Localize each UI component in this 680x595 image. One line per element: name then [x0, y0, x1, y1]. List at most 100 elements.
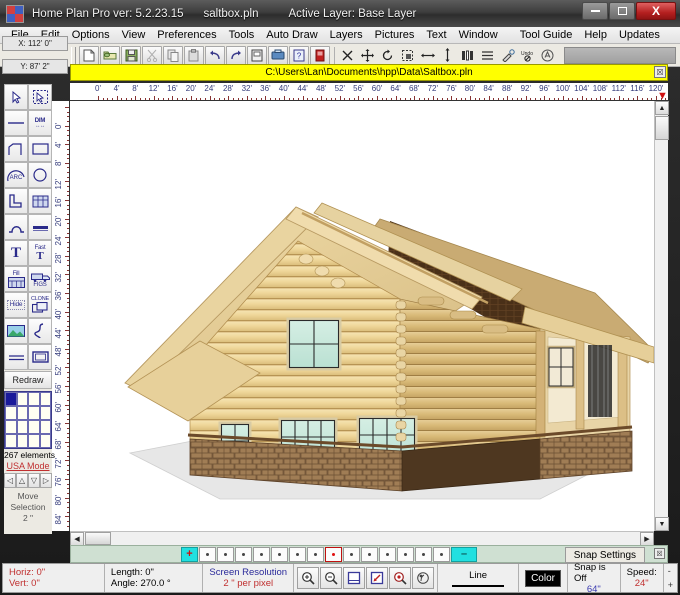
color-swatch[interactable]	[40, 392, 52, 406]
menu-item-window[interactable]: Window	[454, 28, 503, 43]
select-area-icon[interactable]	[398, 46, 417, 65]
undo-all-icon[interactable]: Undo	[518, 46, 537, 65]
color-swatch[interactable]	[40, 434, 52, 448]
menu-item-tool-guide[interactable]: Tool Guide	[515, 28, 578, 43]
hide-tool-icon[interactable]: Hide	[4, 292, 28, 318]
align-rows-icon[interactable]	[478, 46, 497, 65]
arc-tool-icon[interactable]: ARC	[4, 162, 28, 188]
print-preview-icon[interactable]	[268, 46, 288, 65]
color-swatch[interactable]	[5, 434, 17, 448]
zoom-selection-icon[interactable]	[366, 567, 388, 589]
menu-item-options[interactable]: Options	[67, 28, 115, 43]
color-swatch[interactable]	[5, 406, 17, 420]
double-line-tool-icon[interactable]	[4, 344, 28, 370]
zoom-step-button[interactable]	[271, 547, 288, 562]
color-button[interactable]: Color	[519, 564, 568, 592]
menu-item-preferences[interactable]: Preferences	[152, 28, 221, 43]
speed-status[interactable]: Speed: 24"	[621, 564, 664, 592]
text-tool-icon[interactable]: T	[4, 240, 28, 266]
vertical-scrollbar[interactable]: ▼ ▲ ▼	[654, 101, 668, 531]
pan-icon[interactable]	[412, 567, 434, 589]
color-swatch[interactable]	[28, 392, 40, 406]
zoom-step-button[interactable]	[361, 547, 378, 562]
zoom-step-button[interactable]	[199, 547, 216, 562]
zoom-in-icon[interactable]	[297, 567, 319, 589]
scroll-left-button[interactable]: ◀	[70, 532, 84, 546]
picture-tool-icon[interactable]	[4, 318, 28, 344]
print-icon[interactable]	[247, 46, 267, 65]
color-swatch[interactable]	[5, 420, 17, 434]
nudge-up-button[interactable]: △	[16, 473, 28, 488]
new-file-icon[interactable]	[79, 46, 99, 65]
color-swatch[interactable]	[17, 420, 29, 434]
pointer-multiselect-icon[interactable]	[28, 84, 52, 110]
copy-icon[interactable]	[163, 46, 183, 65]
about-icon[interactable]	[538, 46, 557, 65]
nudge-down-button[interactable]: ▽	[28, 473, 40, 488]
zoom-step-button[interactable]	[379, 547, 396, 562]
menu-item-updates[interactable]: Updates	[614, 28, 665, 43]
zoom-step-button[interactable]	[289, 547, 306, 562]
cut-scissors-icon[interactable]	[142, 46, 162, 65]
curve-tool-icon[interactable]	[28, 318, 52, 344]
zoom-step-button[interactable]	[397, 547, 414, 562]
menu-item-layers[interactable]: Layers	[325, 28, 368, 43]
color-swatch[interactable]	[28, 406, 40, 420]
fill-tool-icon[interactable]: Fill	[4, 266, 28, 292]
zoom-step-button[interactable]	[415, 547, 432, 562]
zoom-out-icon[interactable]	[320, 567, 342, 589]
minimize-button[interactable]	[582, 2, 608, 20]
figures-tool-icon[interactable]: FIGS	[28, 266, 52, 292]
fast-text-tool-icon[interactable]: FastT	[28, 240, 52, 266]
nudge-right-button[interactable]: ▷	[40, 473, 52, 488]
scroll-down-button[interactable]: ▼	[655, 517, 669, 531]
zoom-step-button[interactable]	[307, 547, 324, 562]
wall-tool-icon[interactable]	[4, 188, 28, 214]
rectangle-tool-icon[interactable]	[28, 136, 52, 162]
undo-icon[interactable]	[205, 46, 225, 65]
line-style-readout[interactable]: Line	[438, 564, 519, 592]
save-disk-icon[interactable]	[121, 46, 141, 65]
speed-decrease-button[interactable]: -	[668, 566, 673, 576]
drawing-canvas[interactable]	[70, 101, 654, 531]
menu-item-tools[interactable]: Tools	[224, 28, 260, 43]
zoom-page-icon[interactable]	[343, 567, 365, 589]
exit-icon[interactable]	[310, 46, 330, 65]
color-swatch[interactable]	[17, 392, 29, 406]
color-swatch[interactable]	[40, 406, 52, 420]
help-icon[interactable]: ?	[289, 46, 309, 65]
mirror-horizontal-icon[interactable]	[418, 46, 437, 65]
menu-item-pictures[interactable]: Pictures	[370, 28, 420, 43]
line-tool-icon[interactable]	[4, 110, 28, 136]
toolbar-drag-handle[interactable]	[71, 47, 76, 64]
paste-icon[interactable]	[184, 46, 204, 65]
circle-tool-icon[interactable]	[28, 162, 52, 188]
snap-status[interactable]: Snap is Off 64"	[568, 564, 621, 592]
nudge-left-button[interactable]: ◁	[4, 473, 16, 488]
pointer-select-icon[interactable]	[4, 84, 28, 110]
scroll-right-button[interactable]: ▶	[640, 532, 654, 546]
menu-item-help[interactable]: Help	[579, 28, 612, 43]
zoom-in-button[interactable]: +	[181, 547, 198, 562]
zoom-step-button[interactable]	[253, 547, 270, 562]
mirror-vertical-icon[interactable]	[438, 46, 457, 65]
color-swatch[interactable]	[5, 392, 17, 406]
units-mode-label[interactable]: USA Mode	[4, 461, 52, 471]
scroll-up-button[interactable]: ▲	[655, 101, 669, 115]
window-tool-icon[interactable]	[28, 188, 52, 214]
color-swatch[interactable]	[28, 434, 40, 448]
move-icon[interactable]	[358, 46, 377, 65]
zoom-step-button[interactable]	[217, 547, 234, 562]
zoom-step-button[interactable]	[235, 547, 252, 562]
redraw-button[interactable]: Redraw	[4, 371, 52, 389]
zoom-out-button[interactable]: –	[451, 547, 477, 562]
horizontal-scrollbar[interactable]: ◀ ▶	[70, 531, 654, 545]
redo-icon[interactable]	[226, 46, 246, 65]
snap-strip-close-icon[interactable]: ☒	[654, 548, 665, 559]
color-swatch-grid[interactable]	[4, 391, 52, 449]
menu-item-auto-draw[interactable]: Auto Draw	[261, 28, 322, 43]
speed-increase-button[interactable]: +	[668, 580, 673, 590]
box-tool-icon[interactable]	[28, 344, 52, 370]
color-swatch[interactable]	[17, 406, 29, 420]
color-swatch[interactable]	[40, 420, 52, 434]
